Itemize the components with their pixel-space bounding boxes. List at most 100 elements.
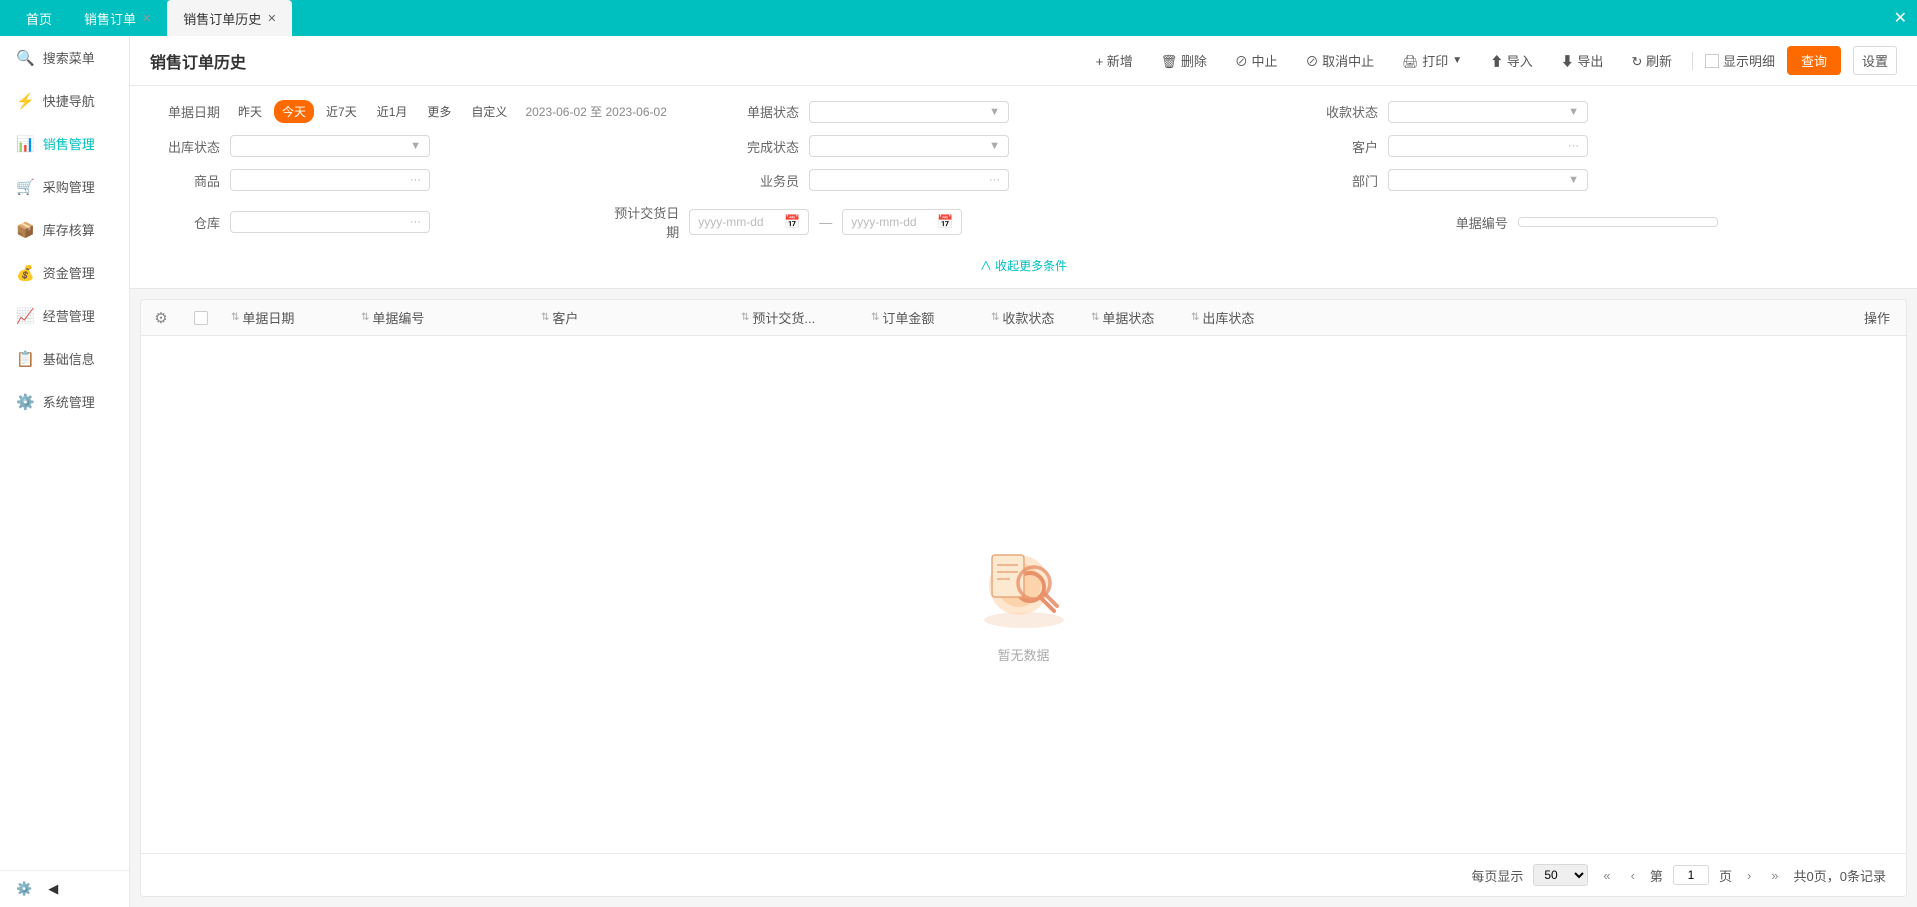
prev-page-button[interactable]: ‹ <box>1626 866 1640 885</box>
empty-state: 暂无数据 <box>141 336 1906 853</box>
th-customer: ⇅ 客户 <box>531 308 731 327</box>
complete-status-select[interactable]: ▼ <box>809 135 1009 157</box>
payment-status-select[interactable]: ▼ <box>1388 101 1588 123</box>
sidebar-item-inventory[interactable]: 📦 库存核算 <box>0 208 129 251</box>
salesman-select[interactable]: ··· <box>809 169 1009 191</box>
tab-sales-order[interactable]: 销售订单 ✕ <box>68 0 167 36</box>
stop-button[interactable]: ⊘ 中止 <box>1227 47 1286 74</box>
cancel-stop-button[interactable]: ⊘ 取消中止 <box>1298 47 1383 74</box>
table-footer: 每页显示 50 10 20 100 « ‹ 第 页 › » 共0页，0条记录 <box>141 853 1906 896</box>
sidebar-item-search-menu[interactable]: 🔍 搜索菜单 <box>0 36 129 79</box>
print-dropdown-icon: ▼ <box>1452 55 1462 66</box>
sidebar-item-sales[interactable]: 📊 销售管理 <box>0 122 129 165</box>
goods-select[interactable]: ··· <box>230 169 430 191</box>
close-window-button[interactable]: ✕ <box>1894 8 1907 28</box>
tab-home[interactable]: 首页 <box>10 0 68 36</box>
sidebar-item-quick-nav-label: 快捷导航 <box>43 91 95 110</box>
sales-icon: 📊 <box>16 135 35 153</box>
sidebar-collapse-icon[interactable]: ◀ <box>48 881 58 897</box>
sidebar-item-purchase[interactable]: 🛒 采购管理 <box>0 165 129 208</box>
table-area: ⚙ ⇅ 单据日期 ⇅ 单据编号 ⇅ 客户 ⇅ <box>140 299 1907 897</box>
column-settings-icon[interactable]: ⚙ <box>154 309 167 327</box>
next-page-button[interactable]: › <box>1742 866 1756 885</box>
settings-button[interactable]: 设置 <box>1853 46 1897 75</box>
sidebar-item-finance[interactable]: 💰 资金管理 <box>0 251 129 294</box>
sidebar-item-quick-nav[interactable]: ⚡ 快捷导航 <box>0 79 129 122</box>
th-bill-status: ⇅ 单据状态 <box>1081 308 1181 327</box>
bill-no-input[interactable] <box>1518 217 1718 227</box>
sidebar-item-operations[interactable]: 📈 经营管理 <box>0 294 129 337</box>
complete-status-label: 完成状态 <box>739 137 809 156</box>
th-amount-sort-icon: ⇅ <box>871 312 879 323</box>
sidebar-item-search-menu-label: 搜索菜单 <box>43 48 95 67</box>
refresh-button[interactable]: ↻ 刷新 <box>1623 47 1680 74</box>
search-menu-icon: 🔍 <box>16 49 35 67</box>
bill-status-select[interactable]: ▼ <box>809 101 1009 123</box>
top-bar: 首页 销售订单 ✕ 销售订单历史 ✕ ✕ <box>0 0 1917 36</box>
new-button[interactable]: + 新增 <box>1088 47 1141 74</box>
th-bill-sort-icon: ⇅ <box>1091 312 1099 323</box>
delete-button[interactable]: 🗑 删除 <box>1153 47 1215 74</box>
first-page-button[interactable]: « <box>1598 866 1615 885</box>
delivery-date-to[interactable]: yyyy-mm-dd 📅 <box>842 209 962 235</box>
payment-status-filter: ▼ <box>1388 101 1897 123</box>
warehouse-select[interactable]: ··· <box>230 211 430 233</box>
date-7days[interactable]: 近7天 <box>318 100 365 123</box>
delivery-date-label: 预计交货日期 <box>609 203 689 241</box>
sidebar-bottom: ⚙️ ◀ <box>0 870 129 907</box>
show-detail-toggle[interactable]: 显示明细 <box>1705 51 1775 70</box>
th-out-sort-icon: ⇅ <box>1191 312 1199 323</box>
th-pay-status: ⇅ 收款状态 <box>981 308 1081 327</box>
sidebar-item-basic-info[interactable]: 📋 基础信息 <box>0 337 129 380</box>
sidebar-item-system[interactable]: ⚙️ 系统管理 <box>0 380 129 423</box>
table-header: ⚙ ⇅ 单据日期 ⇅ 单据编号 ⇅ 客户 ⇅ <box>141 300 1906 336</box>
customer-select[interactable]: ··· <box>1388 135 1588 157</box>
date-range-display: 2023-06-02 至 2023-06-02 <box>525 103 666 120</box>
search-button[interactable]: 查询 <box>1787 46 1841 75</box>
date-today[interactable]: 今天 <box>274 100 314 123</box>
salesman-label: 业务员 <box>739 171 809 190</box>
out-status-select[interactable]: ▼ <box>230 135 430 157</box>
date-custom[interactable]: 自定义 <box>463 100 515 123</box>
th-check[interactable] <box>181 311 221 325</box>
tab-sales-history-close[interactable]: ✕ <box>267 12 276 25</box>
th-date-sort-icon: ⇅ <box>231 312 239 323</box>
date-more[interactable]: 更多 <box>419 100 459 123</box>
page-label: 页 <box>1719 866 1732 885</box>
th-action: 操作 <box>1301 308 1906 327</box>
last-page-button[interactable]: » <box>1766 866 1783 885</box>
delivery-date-from[interactable]: yyyy-mm-dd 📅 <box>689 209 809 235</box>
print-button[interactable]: 🖨 打印 ▼ <box>1394 47 1470 74</box>
select-all-checkbox[interactable] <box>194 311 208 325</box>
sidebar: 🔍 搜索菜单 ⚡ 快捷导航 📊 销售管理 🛒 采购管理 📦 库存核算 💰 资金管… <box>0 36 130 907</box>
page-number-input[interactable] <box>1673 865 1709 885</box>
dept-label: 部门 <box>1318 171 1388 190</box>
th-settings[interactable]: ⚙ <box>141 309 181 327</box>
tab-sales-order-close[interactable]: ✕ <box>142 12 151 25</box>
basic-info-icon: 📋 <box>16 350 35 368</box>
dept-select[interactable]: ▼ <box>1388 169 1588 191</box>
sidebar-item-sales-label: 销售管理 <box>43 134 95 153</box>
customer-dots: ··· <box>1568 140 1579 152</box>
date-1month[interactable]: 近1月 <box>369 100 416 123</box>
system-icon: ⚙️ <box>16 393 35 411</box>
sidebar-item-purchase-label: 采购管理 <box>43 177 95 196</box>
th-delivery: ⇅ 预计交货... <box>731 308 861 327</box>
top-bar-right: ✕ <box>1894 8 1907 28</box>
date-tags: 昨天 今天 近7天 近1月 更多 自定义 <box>230 100 515 123</box>
export-button[interactable]: ⬇ 导出 <box>1553 47 1612 74</box>
content-area: 销售订单历史 + 新增 🗑 删除 ⊘ 中止 ⊘ 取消中止 🖨 打印 ▼ <box>130 36 1917 907</box>
calendar-to-icon: 📅 <box>937 214 953 230</box>
filter-row-2: 出库状态 ▼ 完成状态 ▼ 客户 <box>150 135 1897 157</box>
show-detail-checkbox[interactable] <box>1705 54 1719 68</box>
sidebar-item-operations-label: 经营管理 <box>43 306 95 325</box>
collapse-bar[interactable]: ∧ 收起更多条件 <box>150 253 1897 280</box>
salesman-dots: ··· <box>989 174 1000 186</box>
tab-sales-history[interactable]: 销售订单历史 ✕ <box>167 0 292 36</box>
sidebar-settings-icon[interactable]: ⚙️ <box>16 881 32 897</box>
import-button[interactable]: ⬆ 导入 <box>1482 47 1541 74</box>
total-records: 共0页，0条记录 <box>1794 866 1886 885</box>
tab-home-label: 首页 <box>26 9 52 28</box>
per-page-select[interactable]: 50 10 20 100 <box>1533 864 1588 886</box>
date-yesterday[interactable]: 昨天 <box>230 100 270 123</box>
